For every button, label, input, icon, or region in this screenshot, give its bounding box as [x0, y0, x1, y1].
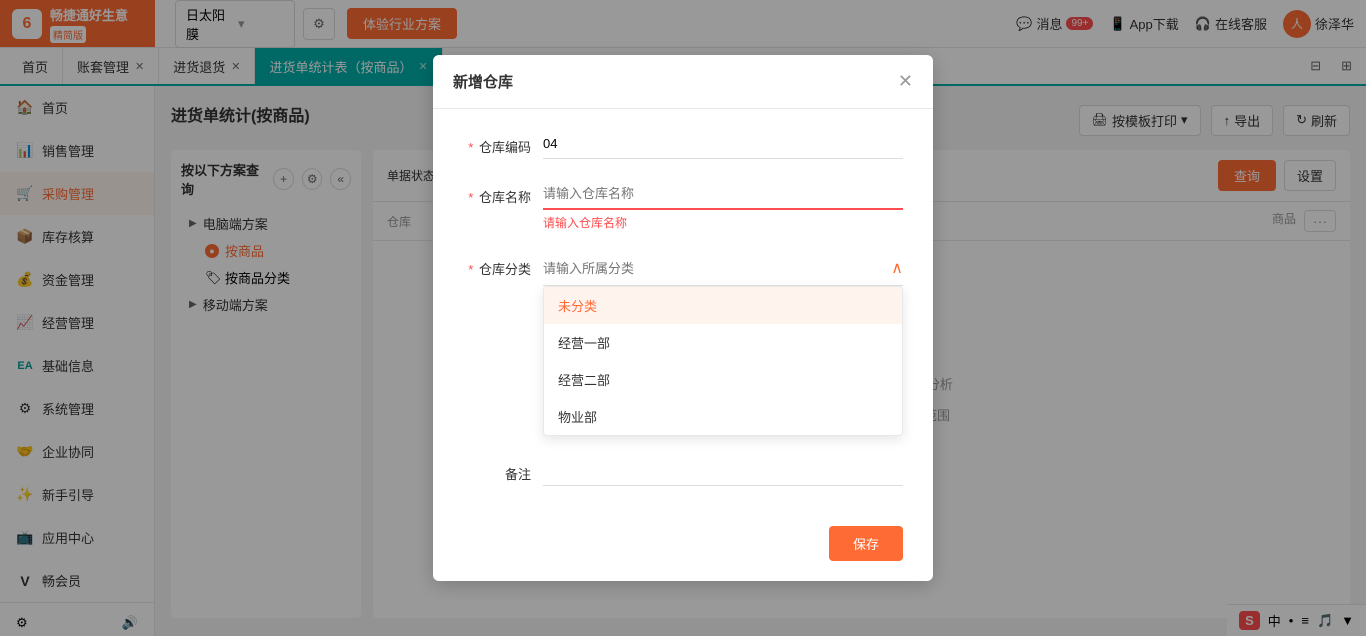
warehouse-name-field: 请输入仓库名称 [543, 179, 903, 231]
remark-field [543, 456, 903, 486]
warehouse-code-field [543, 129, 903, 159]
modal-save-button[interactable]: 保存 [829, 526, 903, 561]
modal-overlay: 新增仓库 ✕ * 仓库编码 * 仓库名称 [0, 0, 1366, 636]
remark-input[interactable] [543, 456, 903, 486]
warehouse-name-input[interactable] [543, 179, 903, 210]
modal-body: * 仓库编码 * 仓库名称 请输入仓库名称 [433, 109, 933, 526]
category-option-property[interactable]: 物业部 [544, 398, 902, 435]
warehouse-name-error: 请输入仓库名称 [543, 214, 903, 231]
warehouse-code-input[interactable] [543, 129, 903, 159]
modal-title: 新增仓库 [453, 71, 513, 92]
warehouse-code-label: * 仓库编码 [463, 129, 543, 156]
warehouse-category-row: * 仓库分类 ∧ 未分类 经营一部 经营二部 物业部 [463, 251, 903, 436]
warehouse-category-dropdown[interactable]: ∧ [543, 251, 903, 286]
warehouse-name-label: * 仓库名称 [463, 179, 543, 206]
category-dropdown-list: 未分类 经营一部 经营二部 物业部 [543, 286, 903, 436]
warehouse-category-label: * 仓库分类 [463, 251, 543, 278]
add-warehouse-modal: 新增仓库 ✕ * 仓库编码 * 仓库名称 [433, 55, 933, 581]
remark-row: 备注 [463, 456, 903, 486]
category-option-dept2[interactable]: 经营二部 [544, 361, 902, 398]
warehouse-category-field: ∧ 未分类 经营一部 经营二部 物业部 [543, 251, 903, 436]
category-option-unclassified[interactable]: 未分类 [544, 287, 902, 324]
warehouse-category-input[interactable] [543, 261, 891, 276]
category-option-dept1[interactable]: 经营一部 [544, 324, 902, 361]
modal-footer: 保存 [433, 526, 933, 561]
modal-header: 新增仓库 ✕ [433, 55, 933, 109]
modal-close-button[interactable]: ✕ [898, 71, 913, 92]
remark-label: 备注 [463, 456, 543, 483]
dropdown-up-arrow: ∧ [891, 258, 903, 278]
warehouse-code-row: * 仓库编码 [463, 129, 903, 159]
warehouse-name-row: * 仓库名称 请输入仓库名称 [463, 179, 903, 231]
